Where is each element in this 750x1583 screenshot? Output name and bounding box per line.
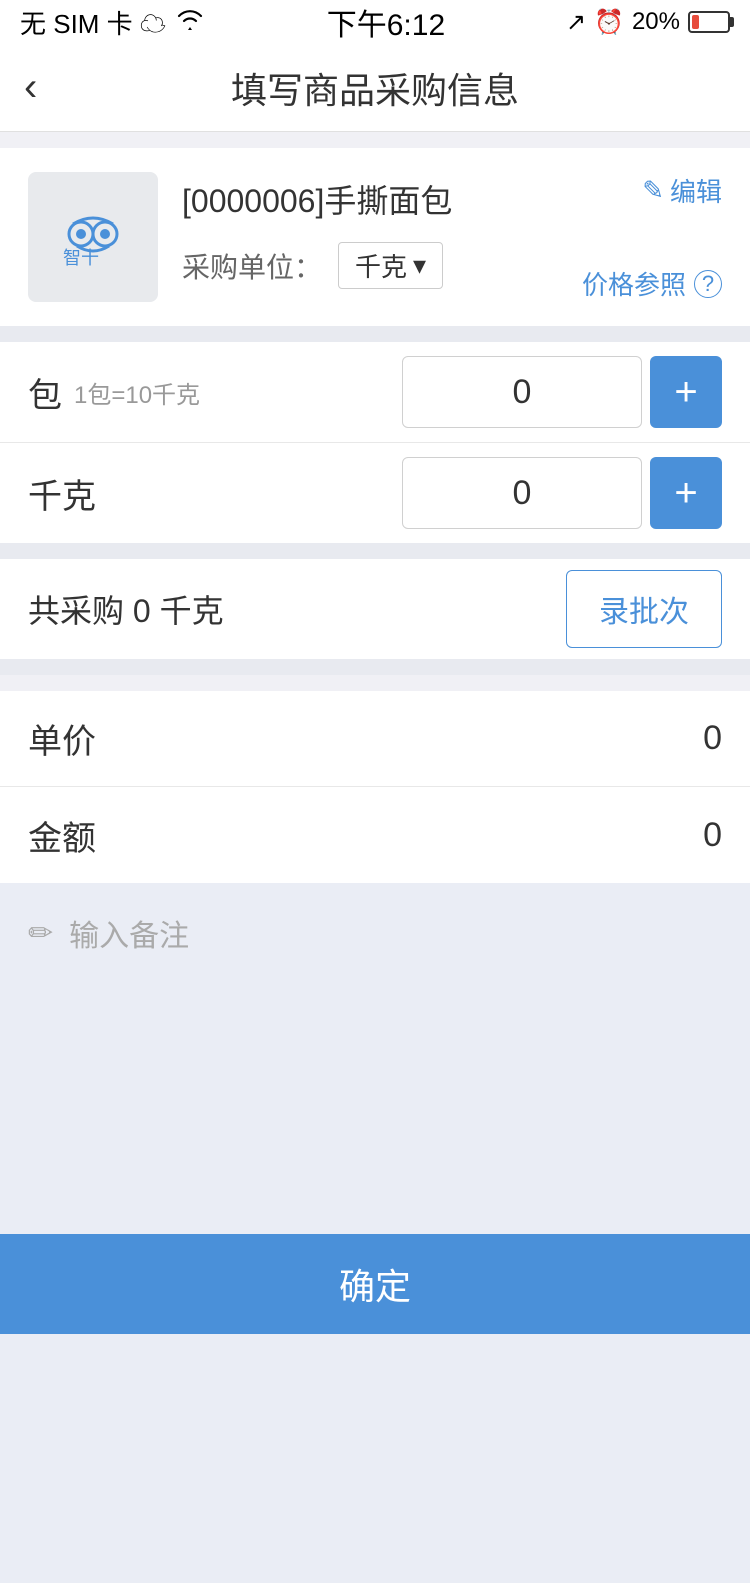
alarm-icon: ⏰ [594, 8, 624, 37]
confirm-label: 确定 [339, 1258, 411, 1310]
unit-price-row: 单价 0 [0, 691, 750, 787]
confirm-button[interactable]: 确定 [0, 1234, 750, 1334]
battery-percent: 20% [632, 8, 680, 36]
no-sim-text: 无 SIM 卡 ☁ [20, 4, 166, 41]
wifi-icon [174, 7, 206, 38]
back-button[interactable]: ‹ [24, 65, 37, 110]
status-time: 下午6:12 [327, 0, 445, 44]
bag-label: 包 1包=10千克 [28, 368, 402, 417]
status-left: 无 SIM 卡 ☁ [20, 4, 206, 41]
edit-icon: ✎ [642, 175, 664, 206]
status-right: ↗ ⏰ 20% [566, 8, 730, 37]
kg-label: 千克 [28, 469, 402, 518]
bag-input-section: 包 1包=10千克 0 + [0, 342, 750, 442]
edit-label: 编辑 [670, 172, 722, 209]
edit-button[interactable]: ✎ 编辑 [642, 172, 722, 209]
kg-label-text: 千克 [28, 469, 96, 518]
bag-field-wrapper: 0 + [402, 356, 722, 428]
nav-bar: ‹ 填写商品采购信息 [0, 44, 750, 132]
summary-row: 共采购 0 千克 录批次 [0, 559, 750, 659]
svg-text:智十: 智十 [63, 248, 99, 268]
product-image-placeholder: 智十 [53, 202, 133, 272]
kg-input[interactable]: 0 [402, 457, 642, 529]
unit-label-text: 采购单位： [182, 246, 322, 286]
unit-dropdown-icon: ▾ [413, 250, 426, 281]
unit-value: 千克 [355, 247, 407, 284]
bag-plus-button[interactable]: + [650, 356, 722, 428]
unit-price-value: 0 [703, 719, 722, 758]
price-info-section: 单价 0 金额 0 [0, 691, 750, 883]
amount-row: 金额 0 [0, 787, 750, 883]
price-ref-label: 价格参照 [582, 265, 686, 302]
price-ref-icon: ? [694, 270, 722, 298]
unit-select[interactable]: 千克 ▾ [338, 242, 443, 289]
price-ref-button[interactable]: 价格参照 ? [582, 265, 722, 302]
page-title: 填写商品采购信息 [231, 62, 519, 114]
kg-field-wrapper: 0 + [402, 457, 722, 529]
record-batch-button[interactable]: 录批次 [566, 570, 722, 648]
product-image: 智十 [28, 172, 158, 302]
bag-input[interactable]: 0 [402, 356, 642, 428]
product-card: 智十 [0000006]手撕面包 采购单位： 千克 ▾ ✎ 编辑 价格参照 ? [0, 148, 750, 326]
kg-input-row: 千克 0 + [0, 443, 750, 543]
kg-input-section: 千克 0 + [0, 443, 750, 543]
bag-label-text: 包 [28, 368, 62, 417]
pencil-icon: ✏ [28, 916, 53, 951]
amount-value: 0 [703, 816, 722, 855]
summary-divider-bottom [0, 659, 750, 675]
summary-divider-top [0, 543, 750, 559]
amount-label: 金额 [28, 811, 703, 860]
notes-section[interactable]: ✏ 输入备注 [0, 883, 750, 983]
location-icon: ↗ [566, 8, 586, 37]
bag-input-row: 包 1包=10千克 0 + [0, 342, 750, 442]
section-divider-1 [0, 326, 750, 342]
notes-placeholder: 输入备注 [69, 911, 189, 955]
product-name: [0000006]手撕面包 [182, 176, 722, 222]
summary-text: 共采购 0 千克 [28, 586, 566, 632]
status-bar: 无 SIM 卡 ☁ 下午6:12 ↗ ⏰ 20% [0, 0, 750, 44]
battery-icon [688, 11, 730, 33]
bag-sub-label: 1包=10千克 [74, 375, 200, 410]
unit-price-label: 单价 [28, 714, 703, 763]
kg-plus-button[interactable]: + [650, 457, 722, 529]
